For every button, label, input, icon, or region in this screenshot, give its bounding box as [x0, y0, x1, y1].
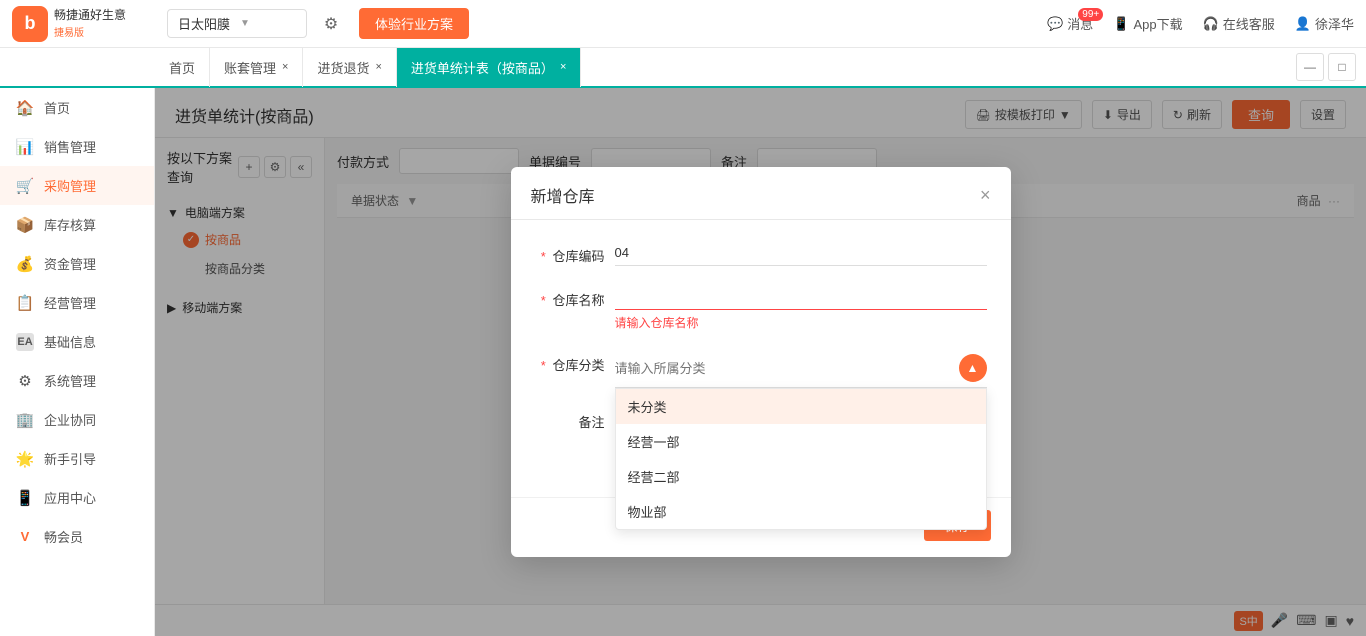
top-header: b 畅捷通好生意 捷易版 日太阳膜 ▼ ⚙ 体验行业方案 💬 消息 99+ 📱 …: [0, 0, 1366, 48]
dropdown-option-dept2[interactable]: 经营二部: [616, 459, 986, 494]
enterprise-icon: 🏢: [16, 411, 34, 429]
sidebar-item-sales[interactable]: 📊 销售管理: [0, 127, 154, 166]
guide-icon: 🌟: [16, 450, 34, 468]
message-icon: 💬: [1047, 16, 1063, 32]
tab-account-mgmt[interactable]: 账套管理 ×: [210, 47, 303, 87]
vip-icon: V: [16, 528, 34, 546]
tab-purchase-return[interactable]: 进货退货 ×: [303, 47, 396, 87]
sales-icon: 📊: [16, 138, 34, 156]
logo-sub: 捷易版: [54, 24, 126, 39]
name-error-msg: 请输入仓库名称: [615, 314, 987, 331]
dropdown-option-dept1[interactable]: 经营一部: [616, 424, 986, 459]
sidebar-item-basic-info[interactable]: EA 基础信息: [0, 322, 154, 361]
dialog-title: 新增仓库: [531, 183, 595, 207]
dialog-body: * 仓库编码 * 仓库名称: [511, 220, 1011, 497]
tab-minimize-btn[interactable]: —: [1296, 53, 1324, 81]
sidebar-item-purchase[interactable]: 🛒 采购管理: [0, 166, 154, 205]
operations-icon: 📋: [16, 294, 34, 312]
category-label: * 仓库分类: [535, 349, 615, 374]
user-name: 徐泽华: [1315, 14, 1354, 33]
dropdown-option-dept3[interactable]: 物业部: [616, 494, 986, 529]
code-control: [615, 240, 987, 266]
basic-info-icon: EA: [16, 333, 34, 351]
headset-icon: 🎧: [1203, 16, 1219, 32]
code-label: * 仓库编码: [535, 240, 615, 265]
main-layout: 🏠 首页 📊 销售管理 🛒 采购管理 📦 库存核算 💰 资金管理 📋 经营管理 …: [0, 88, 1366, 636]
sidebar-item-operations[interactable]: 📋 经营管理: [0, 283, 154, 322]
form-row-name: * 仓库名称 请输入仓库名称: [535, 284, 987, 331]
content-area: 进货单统计(按商品) 🖨 按模板打印 ▼ ⬇ 导出 ↻ 刷新 查询 设置: [155, 88, 1366, 636]
modal-overlay[interactable]: 新增仓库 × * 仓库编码: [155, 88, 1366, 636]
store-selector[interactable]: 日太阳膜 ▼: [167, 9, 307, 38]
message-badge: 99+: [1078, 8, 1103, 21]
notes-form-label: 备注: [535, 406, 615, 431]
dropdown-option-unclassified[interactable]: 未分类: [616, 389, 986, 424]
dialog-close-btn[interactable]: ×: [980, 186, 991, 204]
name-control: 请输入仓库名称: [615, 284, 987, 331]
category-dropdown-list: 未分类 经营一部 经营二部 物业部: [615, 388, 987, 530]
name-label: * 仓库名称: [535, 284, 615, 309]
tab-close-icon[interactable]: ×: [282, 61, 288, 73]
finance-icon: 💰: [16, 255, 34, 273]
chevron-down-icon: ▼: [240, 18, 296, 29]
settings-icon[interactable]: ⚙: [315, 8, 347, 40]
sidebar-item-system[interactable]: ⚙ 系统管理: [0, 361, 154, 400]
user-avatar[interactable]: 👤 徐泽华: [1295, 14, 1354, 33]
sidebar-item-enterprise[interactable]: 🏢 企业协同: [0, 400, 154, 439]
sidebar-item-finance[interactable]: 💰 资金管理: [0, 244, 154, 283]
trial-button[interactable]: 体验行业方案: [359, 8, 469, 39]
tab-bar-right: — □: [1296, 53, 1366, 81]
dialog-header: 新增仓库 ×: [511, 167, 1011, 220]
form-row-category: * 仓库分类 ▲ 未分类 经营一部 经营二部: [535, 349, 987, 388]
system-icon: ⚙: [16, 372, 34, 390]
inventory-icon: 📦: [16, 216, 34, 234]
phone-icon: 📱: [1113, 16, 1129, 32]
app-download-item[interactable]: 📱 App下载: [1113, 14, 1182, 33]
category-control: ▲ 未分类 经营一部 经营二部 物业部: [615, 349, 987, 388]
logo-icon: b: [12, 6, 48, 42]
category-dropdown-btn[interactable]: ▲: [959, 354, 987, 382]
tab-purchase-stats[interactable]: 进货单统计表（按商品） ×: [397, 47, 581, 87]
warehouse-name-input[interactable]: [615, 284, 987, 310]
home-icon: 🏠: [16, 99, 34, 117]
logo-text: 畅捷通好生意: [54, 8, 126, 24]
sidebar-item-guide[interactable]: 🌟 新手引导: [0, 439, 154, 478]
add-warehouse-dialog: 新增仓库 × * 仓库编码: [511, 167, 1011, 557]
app-icon: 📱: [16, 489, 34, 507]
sidebar-item-app[interactable]: 📱 应用中心: [0, 478, 154, 517]
logo-area: b 畅捷通好生意 捷易版: [12, 6, 167, 42]
tab-maximize-btn[interactable]: □: [1328, 53, 1356, 81]
tab-bar: 首页 账套管理 × 进货退货 × 进货单统计表（按商品） × — □: [0, 48, 1366, 88]
sidebar-item-vip[interactable]: V 畅会员: [0, 517, 154, 556]
sidebar-item-home[interactable]: 🏠 首页: [0, 88, 154, 127]
sidebar-item-inventory[interactable]: 📦 库存核算: [0, 205, 154, 244]
tab-home[interactable]: 首页: [155, 47, 210, 87]
header-right: 💬 消息 99+ 📱 App下载 🎧 在线客服 👤 徐泽华: [1047, 14, 1354, 33]
tab-close-icon[interactable]: ×: [375, 61, 381, 73]
category-input[interactable]: [615, 361, 959, 376]
form-row-code: * 仓库编码: [535, 240, 987, 266]
sidebar: 🏠 首页 📊 销售管理 🛒 采购管理 📦 库存核算 💰 资金管理 📋 经营管理 …: [0, 88, 155, 636]
warehouse-code-input[interactable]: [615, 240, 987, 266]
category-input-row: ▲: [615, 349, 987, 388]
purchase-icon: 🛒: [16, 177, 34, 195]
avatar-icon: 👤: [1295, 16, 1311, 32]
message-item[interactable]: 💬 消息 99+: [1047, 14, 1093, 33]
online-service-item[interactable]: 🎧 在线客服: [1203, 14, 1275, 33]
tab-close-icon[interactable]: ×: [560, 61, 566, 73]
